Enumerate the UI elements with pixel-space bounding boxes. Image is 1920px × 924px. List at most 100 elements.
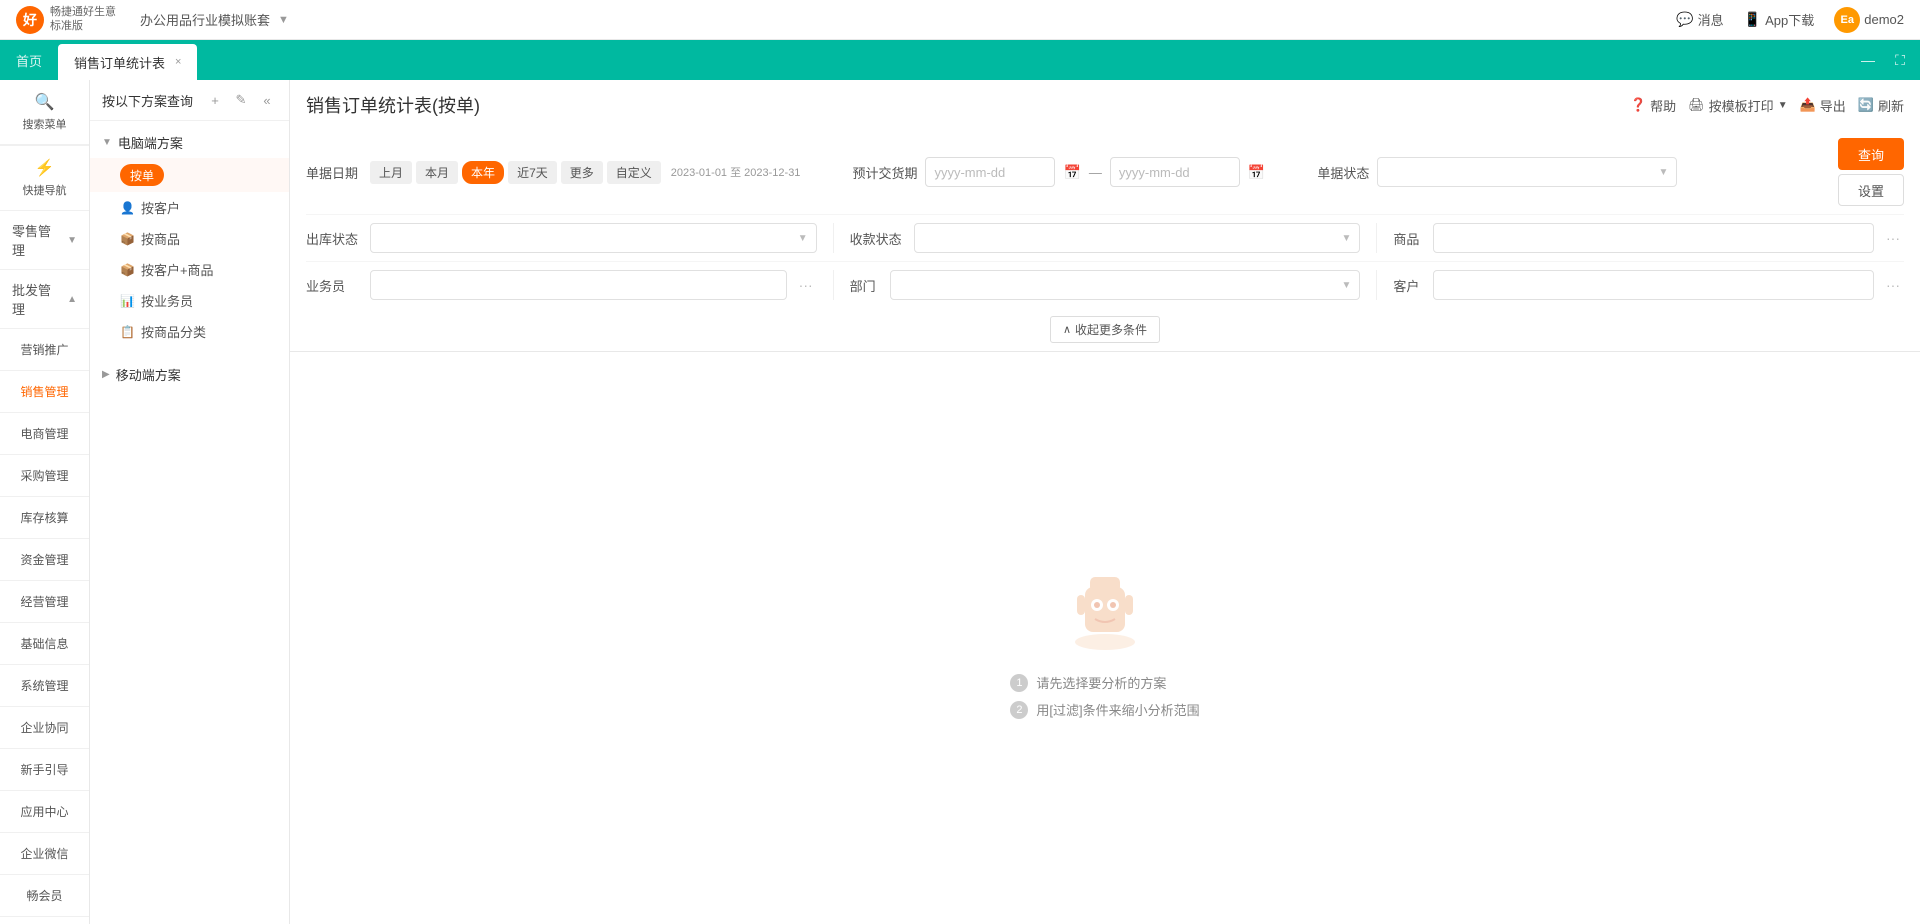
delivery-label: 出库状态 [306,229,362,248]
tree-child-by-order[interactable]: 按单 [90,158,289,192]
help-btn[interactable]: ❓ 帮助 [1630,96,1676,115]
tree-parent-desktop[interactable]: ▼ 电脑端方案 [90,127,289,158]
expected-date-start[interactable] [925,157,1055,187]
page-title: 销售订单统计表(按单) [306,92,480,118]
tab-minimize-btn[interactable]: — [1856,48,1880,72]
customer-more-icon[interactable]: ··· [1882,277,1904,293]
sidebar-item-operations[interactable]: 经营管理 [0,581,89,623]
add-scheme-btn[interactable]: + [205,90,225,110]
sidebar-item-inventory[interactable]: 库存核算 [0,497,89,539]
cal-icon-start[interactable]: 📅 [1063,164,1080,181]
salesperson-label: 业务员 [306,276,362,295]
message-btn[interactable]: 💬 消息 [1676,10,1723,29]
salesperson-more-icon[interactable]: ··· [795,277,817,293]
status-select[interactable]: ▼ [1377,157,1677,187]
empty-tips: 1 请先选择要分析的方案 2 用[过滤]条件来缩小分析范围 [1010,673,1199,719]
quicknav-icon: ⚡ [35,158,55,178]
empty-illustration [1055,557,1155,657]
sep4 [1376,270,1377,300]
dept-select[interactable]: ▼ [890,270,1361,300]
status-group: 单据状态 ▼ [1317,157,1810,187]
refresh-icon: 🔄 [1858,97,1874,113]
sidebar-item-wholesale[interactable]: 批发管理 ▲ [0,270,89,329]
export-btn[interactable]: 📤 导出 [1800,96,1846,115]
date-btn-more[interactable]: 更多 [561,161,603,184]
top-bar-right: 💬 消息 📱 App下载 Ea demo2 [1676,7,1904,33]
date-btn-last-month[interactable]: 上月 [370,161,412,184]
cal-icon-end[interactable]: 📅 [1248,164,1265,181]
tab-close-icon[interactable]: × [175,56,181,68]
tree-child-by-customer[interactable]: 👤 按客户 [90,192,289,223]
date-btn-this-month[interactable]: 本月 [416,161,458,184]
filter-row-3: 业务员 ··· 部门 ▼ 客户 ··· [306,262,1904,308]
tree-collapse-icon: ▶ [102,369,110,380]
sidebar-item-base[interactable]: 基础信息 [0,623,89,665]
sidebar-item-sales[interactable]: 销售管理 [0,371,89,413]
tree-child-by-product[interactable]: 📦 按商品 [90,223,289,254]
tree-section-desktop: ▼ 电脑端方案 按单 👤 按客户 📦 按商品 📦 按客户+商品 📊 [90,121,289,353]
tree-child-by-category[interactable]: 📋 按商品分类 [90,316,289,347]
logo-area: 好 畅捷通好生意 标准版 [16,6,116,34]
active-badge: 按单 [120,164,164,186]
tab-maximize-btn[interactable]: ⛶ [1888,48,1912,72]
expected-date-group: 预计交货期 📅 — 📅 [852,157,1265,187]
query-btn[interactable]: 查询 [1838,138,1904,170]
delivery-arrow-icon: ▼ [798,233,808,244]
logo-text: 畅捷通好生意 标准版 [50,6,116,32]
delivery-select[interactable]: ▼ [370,223,817,253]
customer-group: 客户 ··· [1393,270,1904,300]
date-btn-7days[interactable]: 近7天 [508,161,557,184]
settings-btn[interactable]: 设置 [1838,174,1904,206]
date-btn-custom[interactable]: 自定义 [607,161,661,184]
app-download-btn[interactable]: 📱 App下载 [1744,10,1815,29]
left-panel-title: 按以下方案查询 [102,91,193,110]
salesperson-icon: 📊 [120,294,135,308]
sidebar-item-system[interactable]: 系统管理 [0,665,89,707]
tab-home[interactable]: 首页 [0,40,58,80]
filter-row-date: 单据日期 上月 本月 本年 近7天 更多 自定义 2023-01-01 至 20… [306,130,1904,215]
sidebar-item-retail[interactable]: 零售管理 ▼ [0,211,89,270]
tip-num-2: 2 [1010,701,1028,719]
user-area[interactable]: Ea demo2 [1834,7,1904,33]
edit-scheme-btn[interactable]: ✎ [231,90,251,110]
sidebar-item-search[interactable]: 🔍 搜索菜单 [0,80,89,146]
content-area: 销售订单统计表(按单) ❓ 帮助 🖨 按模板打印 ▼ 📤 导出 [290,80,1920,924]
sidebar-item-member[interactable]: 畅会员 [0,875,89,917]
collapse-more-btn[interactable]: ∧ 收起更多条件 [1050,316,1160,343]
payment-arrow-icon: ▼ [1341,233,1351,244]
tree-child-by-customer-product[interactable]: 📦 按客户+商品 [90,254,289,285]
sidebar-item-marketing[interactable]: 营销推广 [0,329,89,371]
payment-select[interactable]: ▼ [914,223,1361,253]
empty-area: 1 请先选择要分析的方案 2 用[过滤]条件来缩小分析范围 [290,352,1920,924]
expected-date-end[interactable] [1110,157,1240,187]
left-panel-tools: + ✎ « [205,90,277,110]
sidebar-item-weixin[interactable]: 企业微信 [0,833,89,875]
sidebar-item-newbie[interactable]: 新手引导 [0,749,89,791]
sidebar-item-ecommerce[interactable]: 电商管理 [0,413,89,455]
content-header: 销售订单统计表(按单) ❓ 帮助 🖨 按模板打印 ▼ 📤 导出 [290,80,1920,308]
search-icon: 🔍 [35,92,55,112]
salesperson-input[interactable] [370,270,787,300]
avatar: Ea [1834,7,1860,33]
tree-child-by-salesperson[interactable]: 📊 按业务员 [90,285,289,316]
date-btn-this-year[interactable]: 本年 [462,161,504,184]
tab-sales-order[interactable]: 销售订单统计表 × [58,44,197,80]
customer-input[interactable] [1433,270,1874,300]
sidebar-item-quicknav[interactable]: ⚡ 快捷导航 [0,146,89,211]
retail-label: 零售管理 [12,221,63,259]
sidebar-item-enterprise[interactable]: 企业协同 [0,707,89,749]
sidebar-item-purchase[interactable]: 采购管理 [0,455,89,497]
status-label: 单据状态 [1317,163,1369,182]
top-bar: 好 畅捷通好生意 标准版 办公用品行业模拟账套 ▼ 💬 消息 📱 App下载 E… [0,0,1920,40]
sidebar-item-appstore[interactable]: 应用中心 [0,791,89,833]
tree-parent-mobile[interactable]: ▶ 移动端方案 [90,359,289,390]
sidebar-item-finance[interactable]: 资金管理 [0,539,89,581]
collapse-panel-btn[interactable]: « [257,90,277,110]
collapse-bar[interactable]: ∧ 收起更多条件 [290,308,1920,352]
print-btn[interactable]: 🖨 按模板打印 ▼ [1688,96,1787,115]
refresh-btn[interactable]: 🔄 刷新 [1858,96,1904,115]
goods-more-icon[interactable]: ··· [1882,230,1904,246]
filter-row-2: 出库状态 ▼ 收款状态 ▼ 商品 [306,215,1904,262]
sep3 [833,270,834,300]
goods-input[interactable] [1433,223,1874,253]
